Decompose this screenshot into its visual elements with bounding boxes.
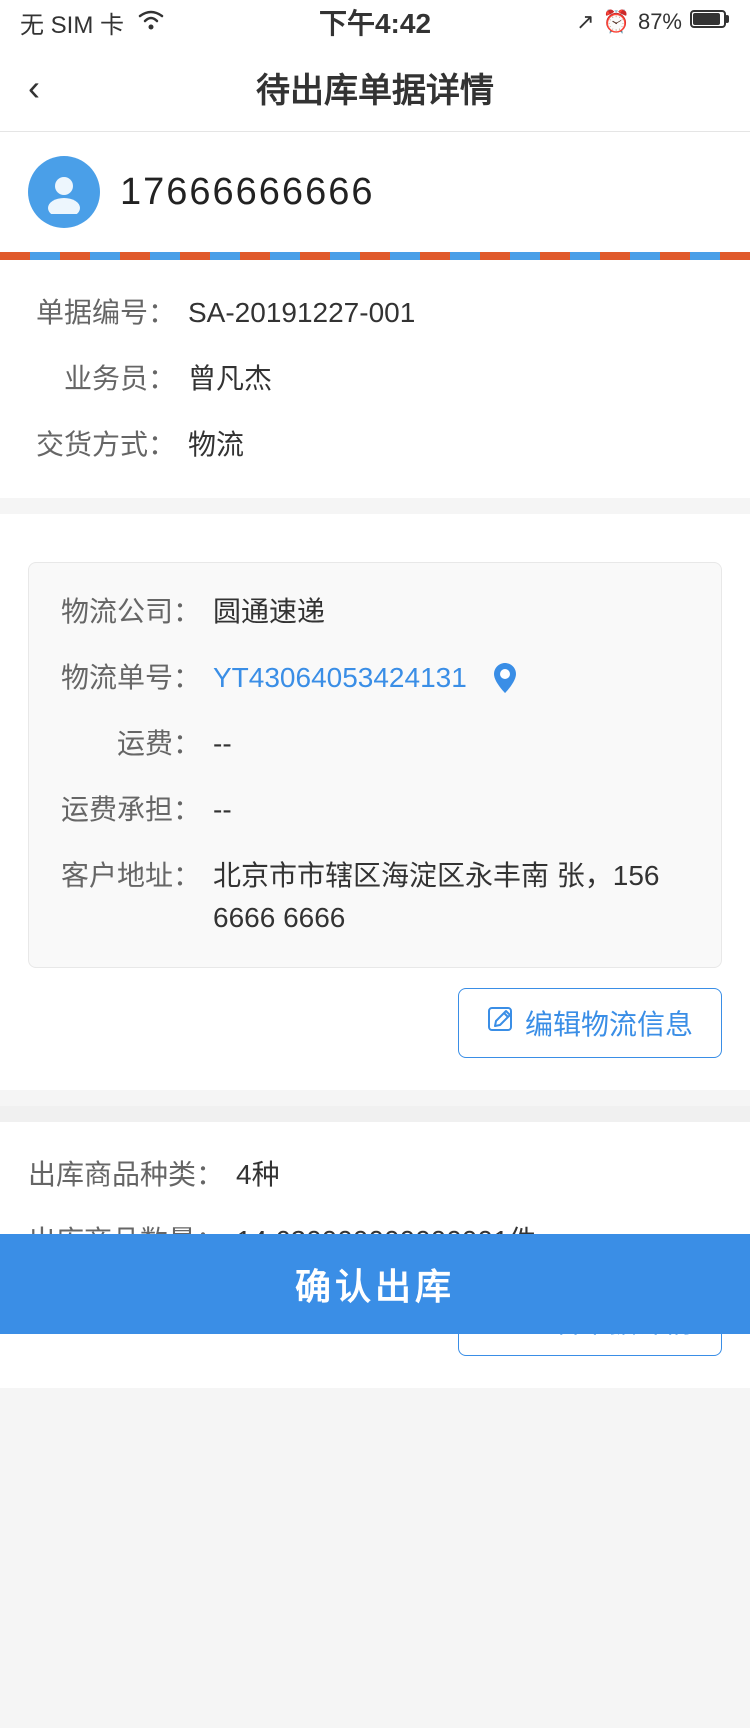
- back-button[interactable]: ‹: [28, 67, 40, 109]
- salesperson-row: 业务员： 曾凡杰: [28, 358, 722, 400]
- status-left: 无 SIM 卡: [20, 5, 166, 40]
- goods-type-value: 4种: [236, 1154, 722, 1196]
- address-value: 北京市市辖区海淀区永丰南 张，156 6666 6666: [213, 855, 697, 939]
- confirm-button-label: 确认出库: [295, 1258, 455, 1310]
- goods-type-label: 出库商品种类：: [28, 1154, 236, 1196]
- battery-icon: [690, 9, 730, 35]
- doc-number-value: SA-20191227-001: [188, 292, 722, 334]
- edit-logistics-button[interactable]: 编辑物流信息: [458, 988, 722, 1058]
- freight-label: 运费：: [53, 723, 213, 765]
- edit-logistics-wrap: 编辑物流信息: [28, 988, 722, 1058]
- address-label: 客户地址：: [53, 855, 213, 897]
- tracking-number: YT43064053424131: [213, 662, 467, 693]
- tracking-value: YT43064053424131: [213, 657, 697, 699]
- delivery-method-row: 交货方式： 物流: [28, 424, 722, 466]
- battery-text: 87%: [638, 9, 682, 35]
- confirm-bar[interactable]: 确认出库: [0, 1234, 750, 1334]
- status-bar: 无 SIM 卡 下午4:42 ↗ ⏰ 87%: [0, 0, 750, 44]
- gps-icon: ↗: [576, 9, 594, 35]
- status-time: 下午4:42: [319, 2, 431, 42]
- tracking-row: 物流单号： YT43064053424131: [53, 657, 697, 699]
- location-pin-icon[interactable]: [487, 660, 523, 696]
- freight-row: 运费： --: [53, 723, 697, 765]
- edit-icon: [487, 1006, 515, 1041]
- edit-logistics-label: 编辑物流信息: [525, 1003, 693, 1043]
- goods-type-row: 出库商品种类： 4种: [28, 1154, 722, 1196]
- carrier-text: 无 SIM 卡: [20, 5, 124, 40]
- tracking-label: 物流单号：: [53, 657, 213, 699]
- salesperson-value: 曾凡杰: [188, 358, 722, 400]
- doc-number-label: 单据编号：: [28, 292, 188, 334]
- delivery-method-value: 物流: [188, 424, 722, 466]
- delivery-method-label: 交货方式：: [28, 424, 188, 466]
- salesperson-label: 业务员：: [28, 358, 188, 400]
- logistics-company-row: 物流公司： 圆通速递: [53, 591, 697, 633]
- dashed-divider: [0, 252, 750, 260]
- bottom-spacer: [0, 1608, 750, 1728]
- wifi-icon: [136, 8, 166, 37]
- customer-phone: 17666666666: [120, 171, 374, 214]
- empty-area: [0, 1388, 750, 1608]
- avatar: [28, 156, 100, 228]
- address-row: 客户地址： 北京市市辖区海淀区永丰南 张，156 6666 6666: [53, 855, 697, 939]
- logistics-company-value: 圆通速递: [213, 591, 697, 633]
- customer-header: 17666666666: [0, 132, 750, 252]
- logistics-company-label: 物流公司：: [53, 591, 213, 633]
- freight-value: --: [213, 723, 697, 765]
- basic-info-section: 单据编号： SA-20191227-001 业务员： 曾凡杰 交货方式： 物流: [0, 260, 750, 498]
- page-title: 待出库单据详情: [256, 63, 494, 112]
- alarm-icon: ⏰: [603, 9, 630, 35]
- freight-bearer-value: --: [213, 789, 697, 831]
- gray-separator: [0, 1106, 750, 1122]
- logistics-section: 物流公司： 圆通速递 物流单号： YT43064053424131 运费： --…: [0, 514, 750, 1090]
- freight-bearer-label: 运费承担：: [53, 789, 213, 831]
- logistics-card: 物流公司： 圆通速递 物流单号： YT43064053424131 运费： --…: [28, 562, 722, 968]
- nav-bar: ‹ 待出库单据详情: [0, 44, 750, 132]
- doc-number-row: 单据编号： SA-20191227-001: [28, 292, 722, 334]
- freight-bearer-row: 运费承担： --: [53, 789, 697, 831]
- status-right: ↗ ⏰ 87%: [576, 9, 730, 35]
